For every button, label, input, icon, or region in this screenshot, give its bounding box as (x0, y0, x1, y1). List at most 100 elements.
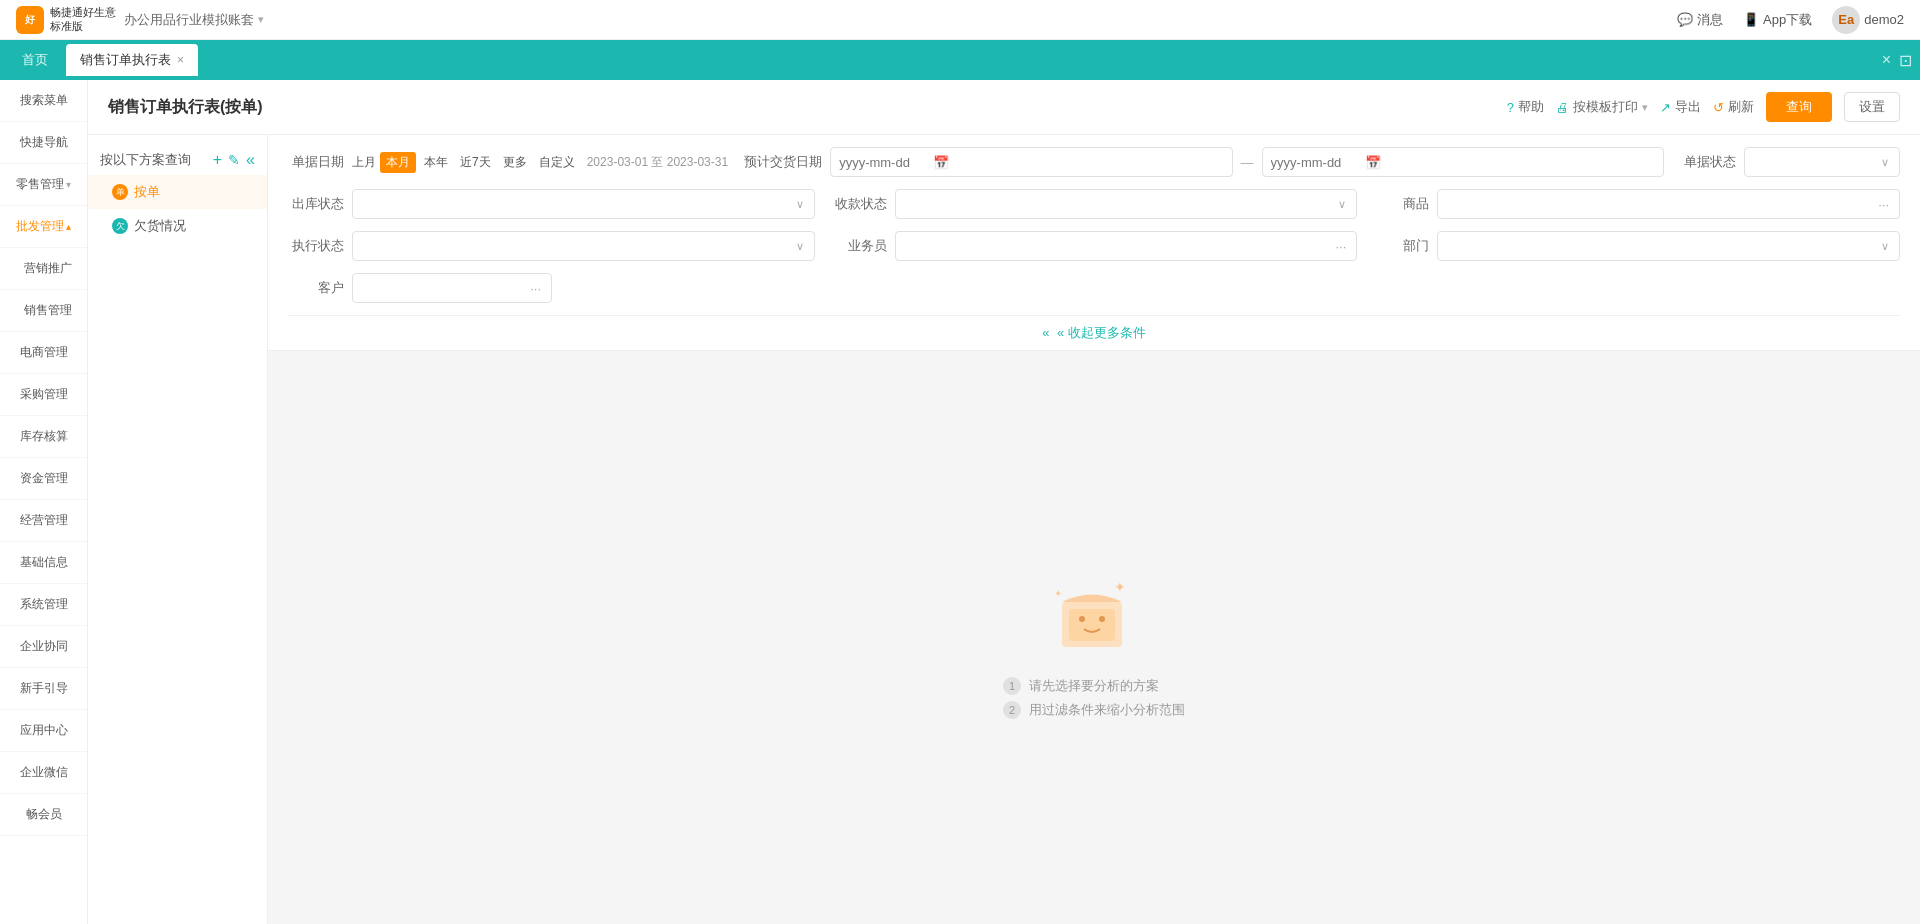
sidebar-item-retail[interactable]: 零售管理 ▾ (0, 164, 87, 206)
payment-arrow-icon: ∨ (1338, 198, 1346, 211)
ship-status-select[interactable]: ∨ (352, 189, 815, 219)
svg-point-3 (1099, 616, 1105, 622)
print-arrow-icon: ▾ (1642, 101, 1648, 114)
this-month-btn[interactable]: 本月 (380, 152, 416, 173)
goods-more-icon[interactable]: ··· (1878, 197, 1889, 212)
filter-add-btn[interactable]: + (213, 151, 222, 169)
filter-sidebar-header: 按以下方案查询 + ✎ « (88, 145, 267, 175)
filter-collapse-btn[interactable]: « (246, 151, 255, 169)
export-btn[interactable]: ↗ 导出 (1660, 98, 1701, 116)
empty-state: ✦ ✦ 1 请先选择要分析的方案 2 用过滤条件来缩小分析范围 (268, 351, 1920, 924)
refresh-btn[interactable]: ↺ 刷新 (1713, 98, 1754, 116)
last-month-btn[interactable]: 上月 (352, 154, 376, 171)
sidebar-item-inventory[interactable]: 库存核算 (0, 416, 87, 458)
sidebar-item-enterprise[interactable]: 企业协同 (0, 626, 87, 668)
doc-status-field: 单据状态 ∨ (1680, 147, 1900, 177)
content-area: 销售订单执行表(按单) ? 帮助 🖨 按模板打印 ▾ ↗ 导出 ↺ 刷新 (88, 80, 1920, 924)
tab-bar-right: × ⊡ (1882, 51, 1912, 70)
expected-date-end[interactable] (1271, 155, 1361, 170)
sidebar-item-apps[interactable]: 应用中心 (0, 710, 87, 752)
message-icon: 💬 (1677, 12, 1693, 27)
message-btn[interactable]: 💬 消息 (1677, 11, 1723, 29)
logo-text: 畅捷通好生意 标准版 (50, 6, 116, 32)
page-title: 销售订单执行表(按单) (108, 97, 263, 118)
empty-illustration: ✦ ✦ (1044, 557, 1144, 657)
expected-date-start-input[interactable]: 📅 (830, 147, 1232, 177)
dept-field: 部门 ∨ (1373, 231, 1900, 261)
window-close-btn[interactable]: × (1882, 51, 1891, 70)
sidebar-item-sales[interactable]: 销售管理 (0, 290, 87, 332)
print-btn[interactable]: 🖨 按模板打印 ▾ (1556, 98, 1648, 116)
filter-row-2: 出库状态 ∨ 收款状态 ∨ (288, 189, 1900, 219)
sidebar-item-member[interactable]: 畅会员 (0, 794, 87, 836)
window-expand-btn[interactable]: ⊡ (1899, 51, 1912, 70)
chevron-down-icon: ▾ (66, 179, 71, 190)
salesperson-input[interactable]: ··· (895, 231, 1358, 261)
goods-field: 商品 ··· (1373, 189, 1900, 219)
dept-select[interactable]: ∨ (1437, 231, 1900, 261)
salesperson-more-icon[interactable]: ··· (1336, 239, 1347, 254)
svg-text:✦: ✦ (1054, 588, 1062, 599)
sidebar-item-system[interactable]: 系统管理 (0, 584, 87, 626)
chevron-up-icon: ▴ (66, 221, 71, 232)
top-bar-title[interactable]: 办公用品行业模拟账套 ▾ (124, 11, 264, 29)
customer-more-icon[interactable]: ··· (530, 281, 541, 296)
sidebar-item-operations[interactable]: 经营管理 (0, 500, 87, 542)
payment-status-field: 收款状态 ∨ (831, 189, 1358, 219)
user-area[interactable]: Ea demo2 (1832, 6, 1904, 34)
tab-close-icon[interactable]: × (177, 53, 184, 67)
sidebar-item-wholesale[interactable]: 批发管理 ▴ (0, 206, 87, 248)
app-download-btn[interactable]: 📱 App下载 (1743, 11, 1812, 29)
svg-text:✦: ✦ (1114, 579, 1126, 595)
tab-active[interactable]: 销售订单执行表 × (66, 44, 198, 76)
sidebar-item-shortcut[interactable]: 快捷导航 (0, 122, 87, 164)
main-layout: 搜索菜单 快捷导航 零售管理 ▾ 批发管理 ▴ 营销推广 销售管理 电商管理 采… (0, 80, 1920, 924)
svg-point-2 (1079, 616, 1085, 622)
more-date-btn[interactable]: 更多 (499, 152, 531, 173)
filter-row-4: 客户 ··· (288, 273, 1900, 303)
customer-input[interactable]: ··· (352, 273, 552, 303)
sidebar-item-finance[interactable]: 资金管理 (0, 458, 87, 500)
filter-row-3: 执行状态 ∨ 业务员 ··· (288, 231, 1900, 261)
salesperson-field: 业务员 ··· (831, 231, 1358, 261)
this-year-btn[interactable]: 本年 (420, 152, 452, 173)
sidebar-item-search[interactable]: 搜索菜单 (0, 80, 87, 122)
filter-item-debt[interactable]: 欠 欠货情况 (88, 209, 267, 243)
expected-date-field: 预计交货日期 📅 — 📅 (744, 147, 1664, 177)
dept-arrow-icon: ∨ (1881, 240, 1889, 253)
sidebar-item-wechat[interactable]: 企业微信 (0, 752, 87, 794)
expected-date-start[interactable] (839, 155, 929, 170)
filter-item-icon-debt: 欠 (112, 218, 128, 234)
empty-line-1: 1 请先选择要分析的方案 (1003, 677, 1185, 695)
print-icon: 🖨 (1556, 100, 1569, 115)
top-bar-right: 💬 消息 📱 App下载 Ea demo2 (1677, 6, 1904, 34)
empty-num-1: 1 (1003, 677, 1021, 695)
empty-line-2: 2 用过滤条件来缩小分析范围 (1003, 701, 1185, 719)
tab-home[interactable]: 首页 (8, 44, 62, 76)
ship-status-field: 出库状态 ∨ (288, 189, 815, 219)
last-7-days-btn[interactable]: 近7天 (456, 152, 495, 173)
sidebar-item-basic[interactable]: 基础信息 (0, 542, 87, 584)
sidebar-item-ecommerce[interactable]: 电商管理 (0, 332, 87, 374)
settings-button[interactable]: 设置 (1844, 92, 1900, 122)
expected-date-end-input[interactable]: 📅 (1262, 147, 1664, 177)
query-button[interactable]: 查询 (1766, 92, 1832, 122)
date-separator: — (1241, 155, 1254, 170)
exec-status-select[interactable]: ∨ (352, 231, 815, 261)
payment-status-select[interactable]: ∨ (895, 189, 1358, 219)
logo-area: 好 畅捷通好生意 标准版 (16, 6, 116, 34)
filter-edit-btn[interactable]: ✎ (228, 152, 240, 168)
help-btn[interactable]: ? 帮助 (1507, 98, 1544, 116)
doc-status-select[interactable]: ∨ (1744, 147, 1900, 177)
goods-input[interactable]: ··· (1437, 189, 1900, 219)
page-header: 销售订单执行表(按单) ? 帮助 🖨 按模板打印 ▾ ↗ 导出 ↺ 刷新 (88, 80, 1920, 135)
sidebar-item-newuser[interactable]: 新手引导 (0, 668, 87, 710)
sidebar-item-purchase[interactable]: 采购管理 (0, 374, 87, 416)
logo-icon: 好 (16, 6, 44, 34)
export-icon: ↗ (1660, 100, 1671, 115)
filter-item-icon-anke: 单 (112, 184, 128, 200)
filter-item-anke[interactable]: 单 按单 (88, 175, 267, 209)
sidebar-item-marketing[interactable]: 营销推广 (0, 248, 87, 290)
collapse-bar[interactable]: « « 收起更多条件 (288, 315, 1900, 350)
custom-date-btn[interactable]: 自定义 (535, 152, 579, 173)
